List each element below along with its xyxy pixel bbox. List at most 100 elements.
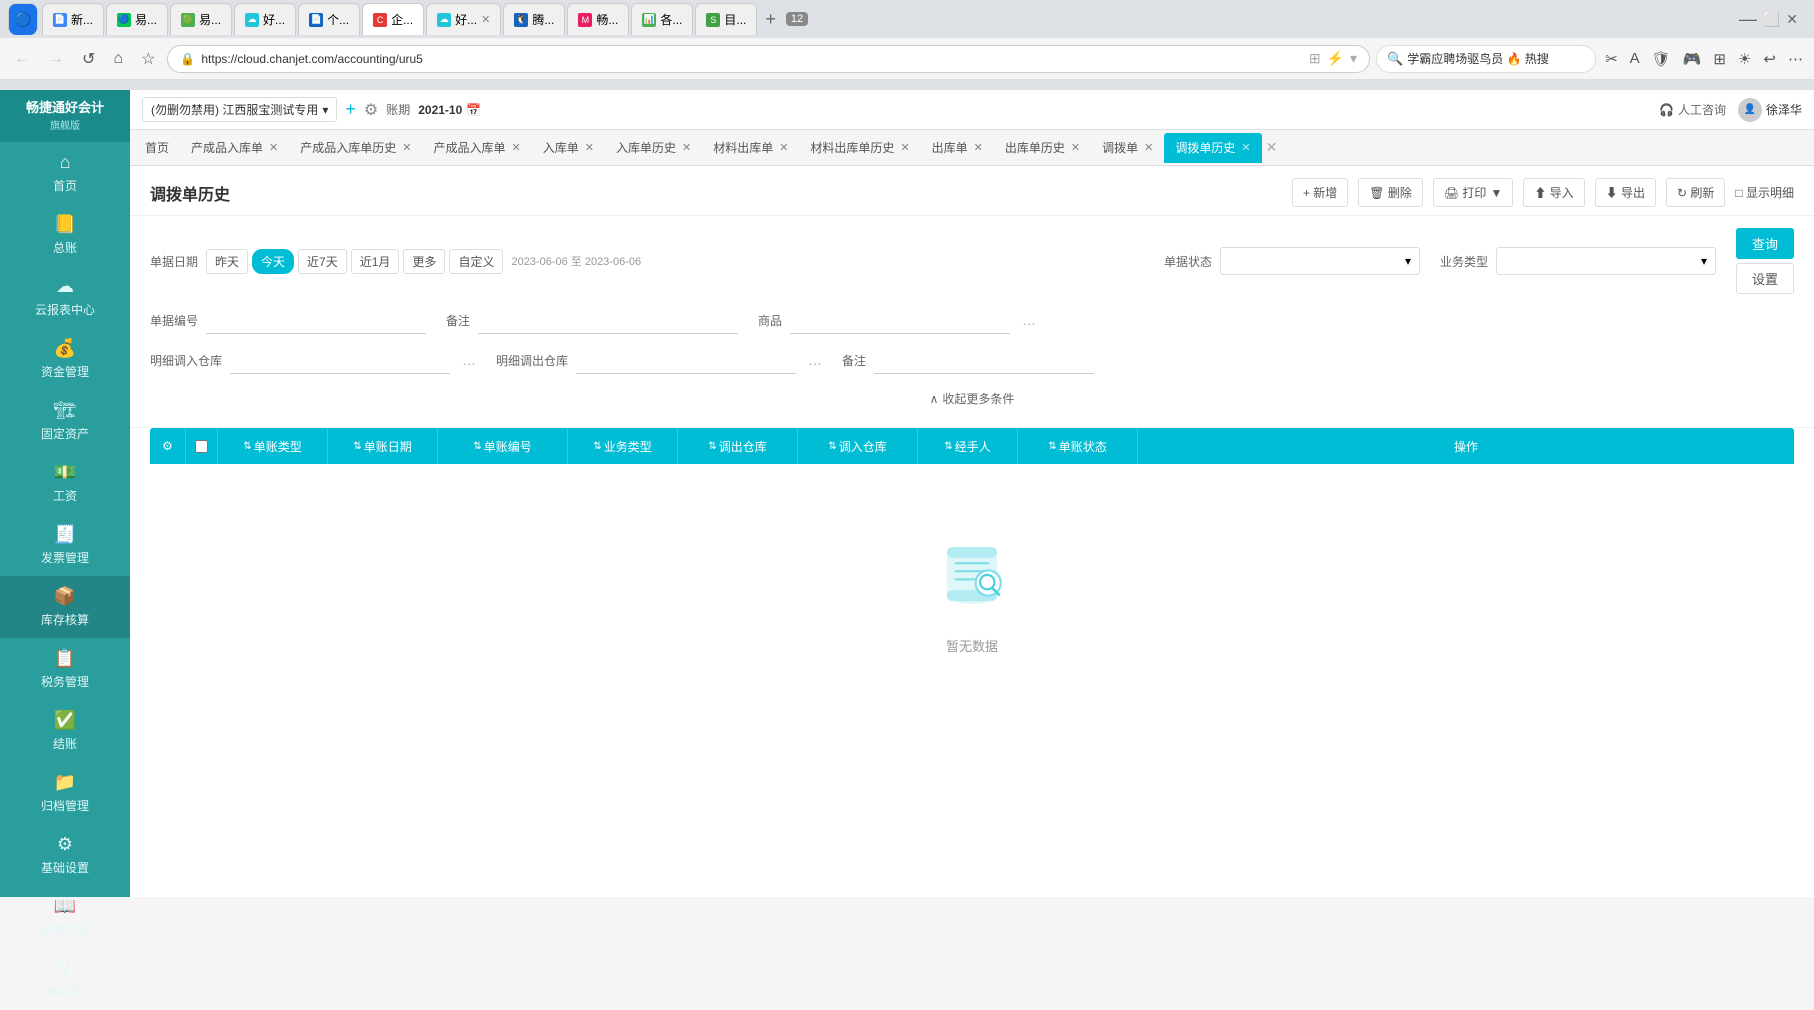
sidebar-item-reports[interactable]: ☁ 云报表中心 (0, 266, 130, 328)
biztype-select[interactable]: ▾ (1496, 247, 1716, 275)
yesterday-btn[interactable]: 昨天 (206, 249, 248, 274)
table-col-checkbox[interactable] (186, 428, 218, 464)
page-tab-close-9[interactable]: ✕ (1071, 141, 1080, 154)
page-tab-10[interactable]: 调拨单 ✕ (1091, 133, 1164, 163)
sidebar-item-assets[interactable]: 🏗 固定资产 (0, 390, 130, 452)
browser-tab-2[interactable]: 🔵 易... (106, 3, 168, 35)
table-col-type[interactable]: ⇅ 单账类型 (218, 428, 328, 464)
inwh-input[interactable] (230, 346, 450, 374)
translate-icon[interactable]: A (1627, 47, 1643, 70)
7days-btn[interactable]: 近7天 (298, 249, 347, 274)
page-tab-close-4[interactable]: ✕ (585, 141, 594, 154)
add-button[interactable]: + 新增 (1292, 178, 1348, 207)
undo-icon[interactable]: ↩ (1760, 47, 1779, 71)
page-tab-close-5[interactable]: ✕ (682, 141, 691, 154)
page-tab-close-7[interactable]: ✕ (900, 141, 909, 154)
refresh-button[interactable]: ↻ 刷新 (1666, 178, 1725, 207)
outwh-input[interactable] (576, 346, 796, 374)
sidebar-item-payroll[interactable]: 💵 工资 (0, 452, 130, 514)
page-tab-1[interactable]: 产成品入库单 ✕ (180, 133, 289, 163)
today-btn[interactable]: 今天 (252, 249, 294, 274)
page-tab-9[interactable]: 出库单历史 ✕ (994, 133, 1091, 163)
sidebar-item-home[interactable]: ⌂ 首页 (0, 142, 130, 204)
collapse-button[interactable]: ∧ 收起更多条件 (150, 386, 1794, 411)
browser-tab-9[interactable]: M 畅... (567, 3, 629, 35)
table-col-settings[interactable]: ⚙ (150, 428, 186, 464)
browser-tab-4[interactable]: ☁ 好... (234, 3, 296, 35)
set-button[interactable]: 设置 (1736, 263, 1794, 294)
page-tab-11[interactable]: 调拨单历史 ✕ (1164, 133, 1261, 163)
display-toggle[interactable]: □ 显示明细 (1735, 184, 1794, 201)
sidebar-item-invoice[interactable]: 🧾 发票管理 (0, 514, 130, 576)
company-selector[interactable]: (勿删勿禁用) 江西服宝测试专用 ▾ (142, 97, 337, 122)
sidebar-item-guide[interactable]: 📖 新手引导 (0, 886, 130, 948)
export-button[interactable]: ⬇ 导出 (1595, 178, 1656, 207)
browser-tab-3[interactable]: 🟢 易... (170, 3, 232, 35)
page-tab-close-11[interactable]: ✕ (1241, 141, 1250, 154)
user-info[interactable]: 👤 徐泽华 (1738, 98, 1802, 122)
period-selector[interactable]: 2021-10 📅 (418, 103, 481, 117)
sidebar-item-archive[interactable]: 📁 归档管理 (0, 762, 130, 824)
page-tab-close-2[interactable]: ✕ (402, 141, 411, 154)
browser-tab-10[interactable]: 📊 各... (631, 3, 693, 35)
table-col-handler[interactable]: ⇅ 经手人 (918, 428, 1018, 464)
scissors-icon[interactable]: ✂ (1602, 47, 1621, 71)
page-tab-home[interactable]: 首页 (134, 133, 180, 163)
back-button[interactable]: ← (8, 46, 36, 72)
goods-input[interactable] (790, 306, 1010, 334)
outwh-picker-icon[interactable]: … (808, 352, 822, 368)
browser-tab-0[interactable]: 🔵 (8, 3, 38, 35)
page-tab-4[interactable]: 入库单 ✕ (532, 133, 605, 163)
bookmark-button[interactable]: ☆ (135, 45, 161, 73)
query-button[interactable]: 查询 (1736, 228, 1794, 259)
game-icon[interactable]: 🎮 (1680, 47, 1705, 71)
table-col-inwh[interactable]: ⇅ 调入仓库 (798, 428, 918, 464)
close-button[interactable]: ✕ (1786, 11, 1798, 28)
menu-icon[interactable]: ⋯ (1785, 47, 1806, 71)
1month-btn[interactable]: 近1月 (351, 249, 400, 274)
minimize-button[interactable]: — (1739, 9, 1757, 30)
sidebar-item-fund[interactable]: 💰 资金管理 (0, 328, 130, 390)
more-btn[interactable]: 更多 (403, 249, 445, 274)
page-tab-8[interactable]: 出库单 ✕ (921, 133, 994, 163)
theme-icon[interactable]: ☀ (1735, 47, 1754, 71)
shield-icon[interactable]: 🛡 (1649, 47, 1674, 71)
table-col-biztype[interactable]: ⇅ 业务类型 (568, 428, 678, 464)
sidebar-item-settle[interactable]: ✅ 结账 (0, 700, 130, 762)
status-select[interactable]: ▾ (1220, 247, 1420, 275)
maximize-button[interactable]: ⬜ (1763, 11, 1780, 28)
delete-button[interactable]: 🗑 删除 (1358, 178, 1423, 207)
page-tab-close-10[interactable]: ✕ (1144, 141, 1153, 154)
table-col-outwh[interactable]: ⇅ 调出仓库 (678, 428, 798, 464)
select-all-checkbox[interactable] (195, 440, 208, 453)
search-bar[interactable]: 🔍 学霸应聘场驱鸟员 🔥 热搜 (1376, 45, 1596, 73)
browser-tab-8[interactable]: 🐧 腾... (503, 3, 565, 35)
add-company-button[interactable]: + (345, 99, 356, 120)
sidebar-item-member[interactable]: V 畅会员 (0, 948, 130, 1010)
page-tab-close-1[interactable]: ✕ (269, 141, 278, 154)
table-col-no[interactable]: ⇅ 单账编号 (438, 428, 568, 464)
page-tab-7[interactable]: 材料出库单历史 ✕ (799, 133, 920, 163)
sidebar-item-inventory[interactable]: 📦 库存核算 (0, 576, 130, 638)
grid-icon[interactable]: ⊞ (1710, 47, 1729, 71)
remark2-input[interactable] (874, 346, 1094, 374)
sidebar-item-ledger[interactable]: 📒 总账 (0, 204, 130, 266)
tab-close-7[interactable]: ✕ (481, 13, 490, 26)
service-button[interactable]: 🎧 人工咨询 (1659, 101, 1726, 118)
page-tab-close-3[interactable]: ✕ (512, 141, 521, 154)
refresh-button[interactable]: ↺ (76, 45, 101, 73)
table-col-date[interactable]: ⇅ 单账日期 (328, 428, 438, 464)
browser-tab-1[interactable]: 📄 新... (42, 3, 104, 35)
print-button[interactable]: 🖨 打印 ▼ (1433, 178, 1513, 207)
page-tab-3[interactable]: 产成品入库单 ✕ (422, 133, 531, 163)
table-col-status[interactable]: ⇅ 单账状态 (1018, 428, 1138, 464)
settings-company-button[interactable]: ⚙ (364, 100, 378, 120)
goods-picker-icon[interactable]: … (1022, 312, 1036, 328)
remark-input[interactable] (478, 306, 738, 334)
page-tab-close-6[interactable]: ✕ (779, 141, 788, 154)
page-tabs-close-all[interactable]: ✕ (1266, 139, 1278, 156)
browser-tab-6[interactable]: C 企... (362, 3, 424, 35)
page-tab-6[interactable]: 材料出库单 ✕ (702, 133, 799, 163)
forward-button[interactable]: → (42, 46, 70, 72)
home-button[interactable]: ⌂ (107, 46, 129, 72)
